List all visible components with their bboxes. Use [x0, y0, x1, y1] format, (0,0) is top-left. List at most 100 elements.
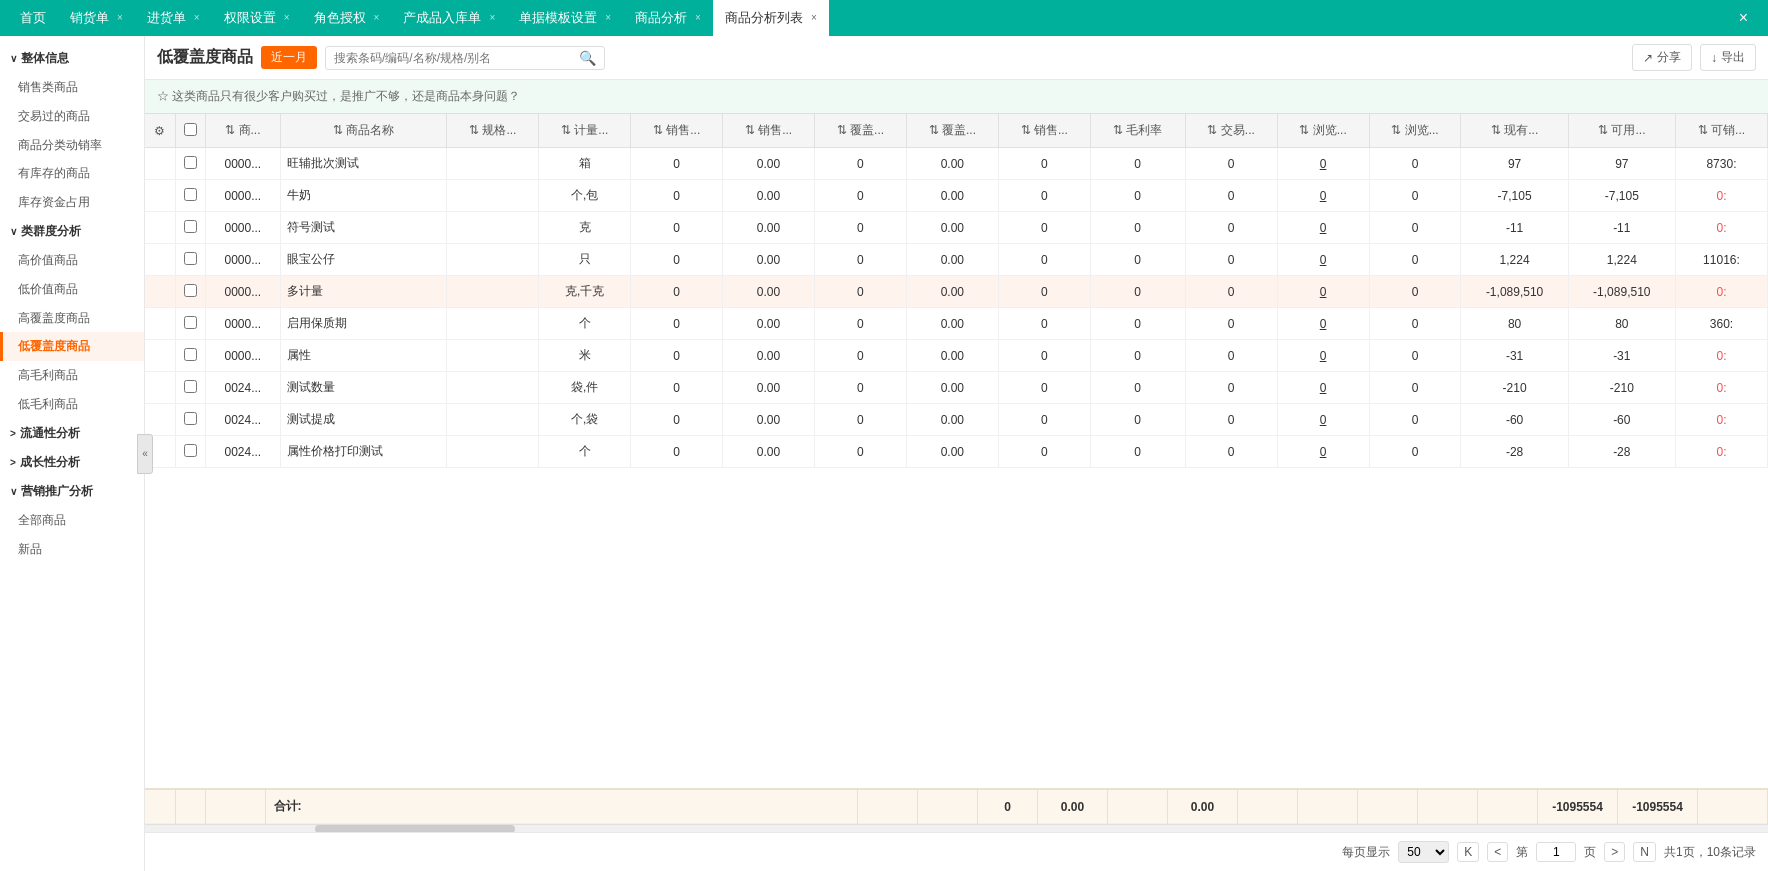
- col-name[interactable]: ⇅ 商品名称: [281, 114, 447, 148]
- col-browse2[interactable]: ⇅ 浏览...: [1369, 114, 1461, 148]
- nav-close-list[interactable]: ×: [811, 0, 817, 36]
- row-settings[interactable]: [145, 404, 175, 436]
- nav-finished-goods[interactable]: 产成品入库单 ×: [391, 0, 507, 36]
- row-settings[interactable]: [145, 244, 175, 276]
- next-page-button[interactable]: >: [1604, 842, 1625, 862]
- row-settings[interactable]: [145, 148, 175, 180]
- sidebar-section-growth[interactable]: > 成长性分析: [0, 448, 144, 477]
- row-browse1[interactable]: 0: [1277, 212, 1369, 244]
- page-input[interactable]: [1536, 842, 1576, 862]
- window-close-button[interactable]: ×: [1727, 9, 1760, 27]
- row-checkbox-cell[interactable]: [175, 180, 205, 212]
- row-settings[interactable]: [145, 372, 175, 404]
- sidebar-item-category-rate[interactable]: 商品分类动销率: [0, 131, 144, 160]
- col-saleable[interactable]: ⇅ 可销...: [1675, 114, 1767, 148]
- nav-sales-order[interactable]: 销货单 ×: [58, 0, 135, 36]
- row-checkbox[interactable]: [184, 348, 197, 361]
- row-checkbox-cell[interactable]: [175, 340, 205, 372]
- sidebar-item-low-coverage[interactable]: 低覆盖度商品: [0, 332, 144, 361]
- sidebar-item-traded-goods[interactable]: 交易过的商品: [0, 102, 144, 131]
- row-browse1[interactable]: 0: [1277, 180, 1369, 212]
- row-checkbox[interactable]: [184, 284, 197, 297]
- horizontal-scrollbar[interactable]: [145, 824, 1768, 832]
- nav-close-template[interactable]: ×: [605, 0, 611, 36]
- table-area[interactable]: ⚙ ⇅ 商... ⇅ 商品名称 ⇅ 规格... ⇅ 计量... ⇅ 销售... …: [145, 114, 1768, 788]
- sidebar-section-overall[interactable]: ∨ 整体信息: [0, 44, 144, 73]
- time-filter-button[interactable]: 近一月: [261, 46, 317, 69]
- row-settings[interactable]: [145, 276, 175, 308]
- nav-close-purchase[interactable]: ×: [194, 0, 200, 36]
- row-browse1[interactable]: 0: [1277, 404, 1369, 436]
- sidebar-collapse-button[interactable]: «: [137, 434, 153, 474]
- prev-page-button[interactable]: <: [1487, 842, 1508, 862]
- row-settings[interactable]: [145, 180, 175, 212]
- col-gross[interactable]: ⇅ 毛利率: [1090, 114, 1185, 148]
- row-browse1[interactable]: 0: [1277, 340, 1369, 372]
- search-icon[interactable]: 🔍: [579, 50, 596, 66]
- row-browse1[interactable]: 0: [1277, 148, 1369, 180]
- sidebar-item-sales-goods[interactable]: 销售类商品: [0, 73, 144, 102]
- nav-close-sales[interactable]: ×: [117, 0, 123, 36]
- sidebar-item-low-gross[interactable]: 低毛利商品: [0, 390, 144, 419]
- col-unit[interactable]: ⇅ 计量...: [539, 114, 631, 148]
- row-checkbox[interactable]: [184, 316, 197, 329]
- row-browse1[interactable]: 0: [1277, 276, 1369, 308]
- nav-role[interactable]: 角色授权 ×: [302, 0, 392, 36]
- col-sales3[interactable]: ⇅ 销售...: [998, 114, 1090, 148]
- export-button[interactable]: ↓ 导出: [1700, 44, 1756, 71]
- nav-close-finished[interactable]: ×: [489, 0, 495, 36]
- first-page-button[interactable]: K: [1457, 842, 1479, 862]
- sidebar-item-high-gross[interactable]: 高毛利商品: [0, 361, 144, 390]
- per-page-select[interactable]: 50 10 20 100: [1398, 841, 1449, 863]
- sidebar-item-all-goods[interactable]: 全部商品: [0, 506, 144, 535]
- nav-close-permission[interactable]: ×: [284, 0, 290, 36]
- row-checkbox[interactable]: [184, 188, 197, 201]
- nav-template[interactable]: 单据模板设置 ×: [507, 0, 623, 36]
- col-settings[interactable]: ⚙: [145, 114, 175, 148]
- row-checkbox-cell[interactable]: [175, 148, 205, 180]
- row-browse1[interactable]: 0: [1277, 308, 1369, 340]
- col-checkbox[interactable]: [175, 114, 205, 148]
- search-input[interactable]: [334, 51, 579, 65]
- row-checkbox[interactable]: [184, 444, 197, 457]
- last-page-button[interactable]: N: [1633, 842, 1656, 862]
- sidebar-item-new-goods[interactable]: 新品: [0, 535, 144, 564]
- row-checkbox-cell[interactable]: [175, 436, 205, 468]
- row-checkbox[interactable]: [184, 252, 197, 265]
- sidebar-section-marketing[interactable]: ∨ 营销推广分析: [0, 477, 144, 506]
- sidebar-item-in-stock[interactable]: 有库存的商品: [0, 159, 144, 188]
- col-cover2[interactable]: ⇅ 覆盖...: [906, 114, 998, 148]
- sidebar-item-high-value[interactable]: 高价值商品: [0, 246, 144, 275]
- nav-goods-analysis[interactable]: 商品分析 ×: [623, 0, 713, 36]
- sidebar-item-high-coverage[interactable]: 高覆盖度商品: [0, 304, 144, 333]
- nav-permission[interactable]: 权限设置 ×: [212, 0, 302, 36]
- col-cover1[interactable]: ⇅ 覆盖...: [814, 114, 906, 148]
- col-current[interactable]: ⇅ 现有...: [1461, 114, 1568, 148]
- nav-purchase[interactable]: 进货单 ×: [135, 0, 212, 36]
- row-settings[interactable]: [145, 340, 175, 372]
- nav-close-analysis[interactable]: ×: [695, 0, 701, 36]
- select-all-checkbox[interactable]: [184, 123, 197, 136]
- row-checkbox-cell[interactable]: [175, 276, 205, 308]
- col-code[interactable]: ⇅ 商...: [205, 114, 281, 148]
- col-sales2[interactable]: ⇅ 销售...: [723, 114, 815, 148]
- row-browse1[interactable]: 0: [1277, 436, 1369, 468]
- sidebar-item-stock-capital[interactable]: 库存资金占用: [0, 188, 144, 217]
- nav-home[interactable]: 首页: [8, 0, 58, 36]
- row-browse1[interactable]: 0: [1277, 244, 1369, 276]
- col-browse1[interactable]: ⇅ 浏览...: [1277, 114, 1369, 148]
- row-checkbox[interactable]: [184, 156, 197, 169]
- row-checkbox-cell[interactable]: [175, 404, 205, 436]
- col-spec[interactable]: ⇅ 规格...: [447, 114, 539, 148]
- row-settings[interactable]: [145, 308, 175, 340]
- row-checkbox[interactable]: [184, 412, 197, 425]
- row-checkbox-cell[interactable]: [175, 244, 205, 276]
- sidebar-section-group[interactable]: ∨ 类群度分析: [0, 217, 144, 246]
- row-checkbox[interactable]: [184, 220, 197, 233]
- nav-goods-list[interactable]: 商品分析列表 ×: [713, 0, 829, 36]
- share-button[interactable]: ↗ 分享: [1632, 44, 1692, 71]
- row-browse1[interactable]: 0: [1277, 372, 1369, 404]
- row-checkbox-cell[interactable]: [175, 308, 205, 340]
- sidebar-item-low-value[interactable]: 低价值商品: [0, 275, 144, 304]
- row-settings[interactable]: [145, 212, 175, 244]
